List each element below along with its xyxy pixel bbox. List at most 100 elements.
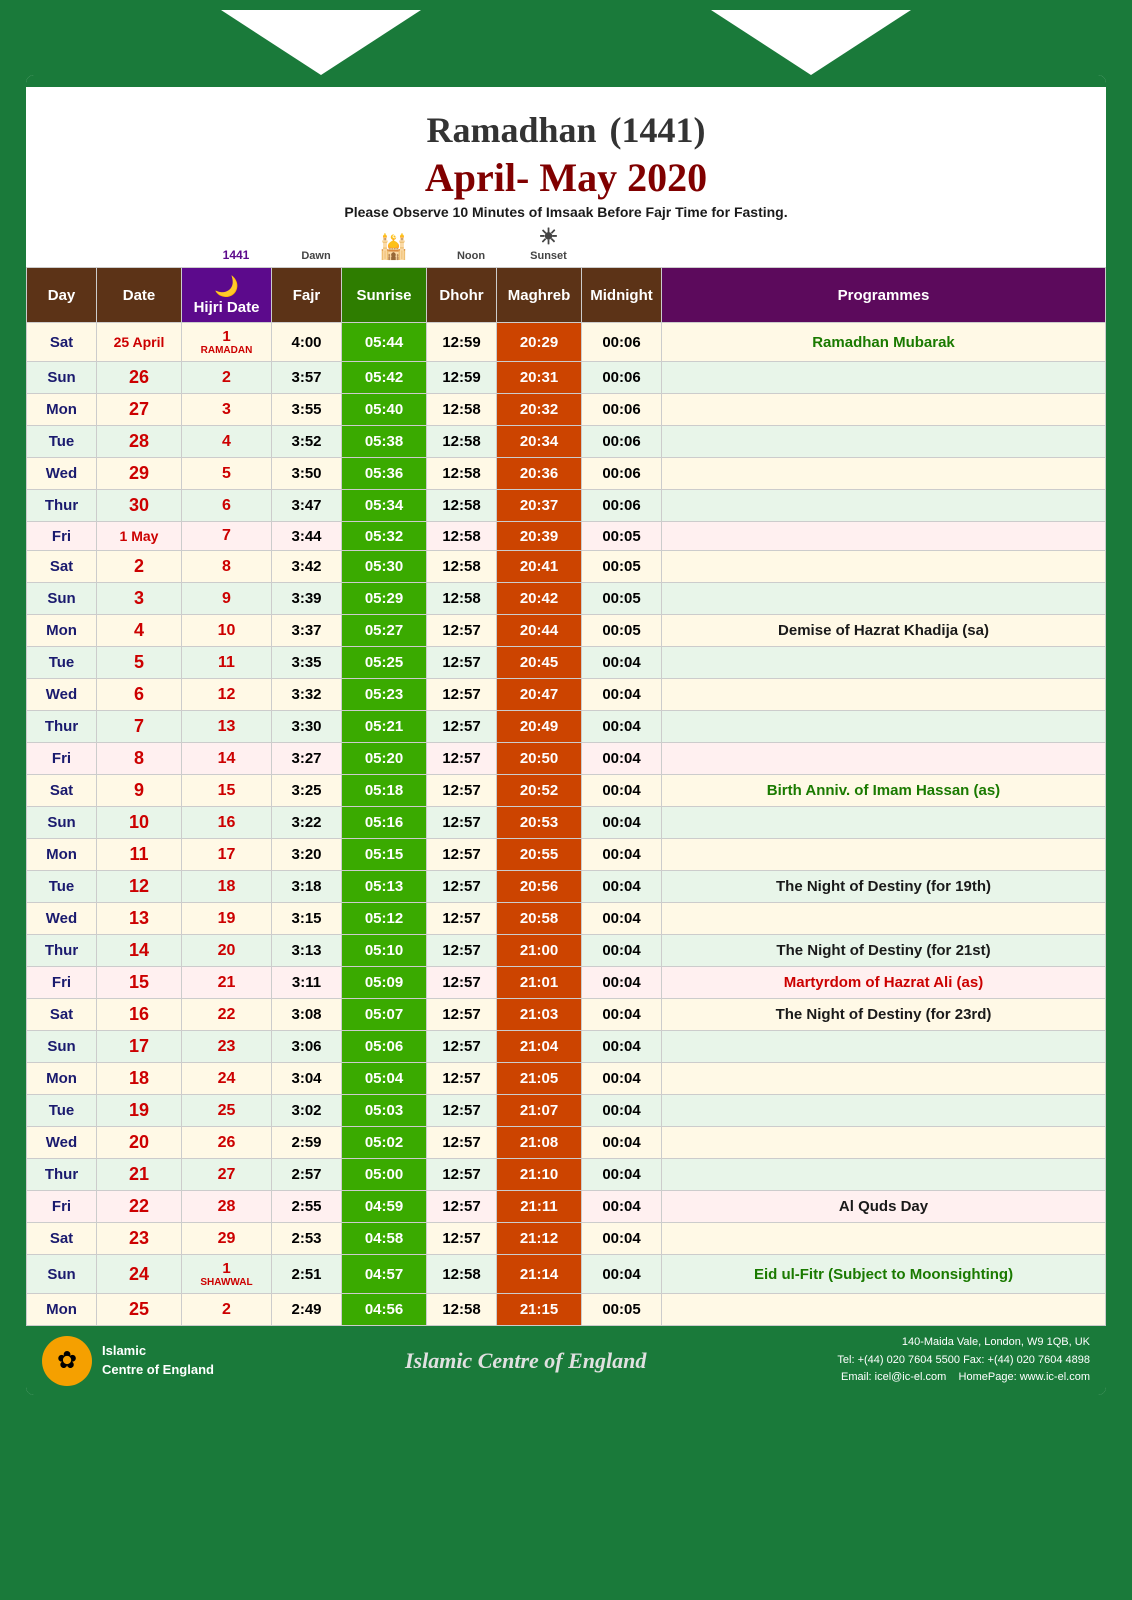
cell-day: Mon: [27, 615, 97, 647]
footer-org-text: Islamic Centre of England: [102, 1342, 214, 1378]
dawn-label: Dawn: [281, 250, 351, 262]
cell-fajr: 3:44: [272, 522, 342, 551]
cell-hijri: 16: [182, 807, 272, 839]
top-triangle-left: [221, 10, 421, 75]
sunset-label: ☀: [506, 224, 591, 250]
cell-day: Sat: [27, 999, 97, 1031]
table-row: Mon 27 3 3:55 05:40 12:58 20:32 00:06: [27, 394, 1106, 426]
cell-programme: The Night of Destiny (for 23rd): [662, 999, 1106, 1031]
cell-date: 12: [97, 871, 182, 903]
col-header-sunrise: Sunrise: [342, 268, 427, 323]
cell-programme: [662, 551, 1106, 583]
cell-hijri: 18: [182, 871, 272, 903]
cell-midnight: 00:04: [582, 1255, 662, 1294]
cell-midnight: 00:04: [582, 807, 662, 839]
cell-fajr: 3:11: [272, 967, 342, 999]
cell-sunrise: 05:04: [342, 1063, 427, 1095]
cell-fajr: 3:30: [272, 711, 342, 743]
cell-hijri: 7: [182, 522, 272, 551]
cell-date: 21: [97, 1159, 182, 1191]
cell-maghreb: 20:56: [497, 871, 582, 903]
cell-fajr: 3:06: [272, 1031, 342, 1063]
cell-programme: [662, 426, 1106, 458]
cell-fajr: 3:27: [272, 743, 342, 775]
cell-day: Sat: [27, 551, 97, 583]
table-row: Wed 6 12 3:32 05:23 12:57 20:47 00:04: [27, 679, 1106, 711]
cell-day: Tue: [27, 1095, 97, 1127]
cell-sunrise: 05:16: [342, 807, 427, 839]
cell-programme: Al Quds Day: [662, 1191, 1106, 1223]
cell-midnight: 00:04: [582, 935, 662, 967]
prayer-table: Day Date 🌙 Hijri Date Fajr Sunrise Dhohr…: [26, 267, 1106, 1326]
cell-hijri: 23: [182, 1031, 272, 1063]
cell-dhohr: 12:59: [427, 362, 497, 394]
cell-hijri: 25: [182, 1095, 272, 1127]
cell-dhohr: 12:57: [427, 871, 497, 903]
cell-date: 25: [97, 1294, 182, 1326]
cell-fajr: 3:47: [272, 490, 342, 522]
cell-day: Fri: [27, 1191, 97, 1223]
cell-hijri: 5: [182, 458, 272, 490]
cell-date: 17: [97, 1031, 182, 1063]
table-row: Mon 25 2 2:49 04:56 12:58 21:15 00:05: [27, 1294, 1106, 1326]
cell-hijri: 28: [182, 1191, 272, 1223]
cell-dhohr: 12:57: [427, 967, 497, 999]
cell-day: Sun: [27, 1255, 97, 1294]
cell-day: Sat: [27, 775, 97, 807]
col-header-day: Day: [27, 268, 97, 323]
bottom-strip: [16, 1395, 1116, 1410]
cell-sunrise: 05:34: [342, 490, 427, 522]
cell-fajr: 3:18: [272, 871, 342, 903]
table-row: Sun 26 2 3:57 05:42 12:59 20:31 00:06: [27, 362, 1106, 394]
cell-programme: [662, 583, 1106, 615]
cell-fajr: 3:22: [272, 807, 342, 839]
cell-fajr: 3:20: [272, 839, 342, 871]
cell-hijri: 11: [182, 647, 272, 679]
footer-right: 140-Maida Vale, London, W9 1QB, UK Tel: …: [837, 1334, 1090, 1387]
cell-date: 25 April: [97, 323, 182, 362]
cell-maghreb: 20:31: [497, 362, 582, 394]
cell-hijri: 2: [182, 362, 272, 394]
cell-sunrise: 04:59: [342, 1191, 427, 1223]
cell-dhohr: 12:57: [427, 1127, 497, 1159]
cell-hijri: 1SHAWWAL: [182, 1255, 272, 1294]
cell-day: Thur: [27, 935, 97, 967]
cell-day: Mon: [27, 1294, 97, 1326]
cell-programme: [662, 807, 1106, 839]
hijri-moon-icon: 🌙: [186, 274, 267, 299]
cell-maghreb: 20:52: [497, 775, 582, 807]
cell-dhohr: 12:57: [427, 1159, 497, 1191]
cell-dhohr: 12:58: [427, 522, 497, 551]
cell-date: 27: [97, 394, 182, 426]
table-row: Sun 24 1SHAWWAL 2:51 04:57 12:58 21:14 0…: [27, 1255, 1106, 1294]
table-row: Fri 1 May 7 3:44 05:32 12:58 20:39 00:05: [27, 522, 1106, 551]
cell-maghreb: 20:39: [497, 522, 582, 551]
cell-programme: [662, 394, 1106, 426]
cell-sunrise: 05:07: [342, 999, 427, 1031]
cell-fajr: 3:55: [272, 394, 342, 426]
cell-programme: Eid ul-Fitr (Subject to Moonsighting): [662, 1255, 1106, 1294]
cell-hijri: 2: [182, 1294, 272, 1326]
cell-hijri: 29: [182, 1223, 272, 1255]
table-row: Fri 22 28 2:55 04:59 12:57 21:11 00:04 A…: [27, 1191, 1106, 1223]
cell-midnight: 00:06: [582, 490, 662, 522]
table-row: Tue 5 11 3:35 05:25 12:57 20:45 00:04: [27, 647, 1106, 679]
cell-maghreb: 20:47: [497, 679, 582, 711]
cell-maghreb: 20:36: [497, 458, 582, 490]
cell-date: 29: [97, 458, 182, 490]
cell-hijri: 12: [182, 679, 272, 711]
cell-programme: [662, 839, 1106, 871]
cell-hijri: 17: [182, 839, 272, 871]
cell-date: 3: [97, 583, 182, 615]
cell-fajr: 3:50: [272, 458, 342, 490]
cell-sunrise: 05:10: [342, 935, 427, 967]
table-row: Wed 29 5 3:50 05:36 12:58 20:36 00:06: [27, 458, 1106, 490]
cell-midnight: 00:05: [582, 1294, 662, 1326]
cell-maghreb: 20:55: [497, 839, 582, 871]
cell-maghreb: 20:49: [497, 711, 582, 743]
table-row: Sun 17 23 3:06 05:06 12:57 21:04 00:04: [27, 1031, 1106, 1063]
table-row: Mon 11 17 3:20 05:15 12:57 20:55 00:04: [27, 839, 1106, 871]
table-row: Thur 7 13 3:30 05:21 12:57 20:49 00:04: [27, 711, 1106, 743]
cell-maghreb: 21:03: [497, 999, 582, 1031]
cell-day: Sat: [27, 1223, 97, 1255]
